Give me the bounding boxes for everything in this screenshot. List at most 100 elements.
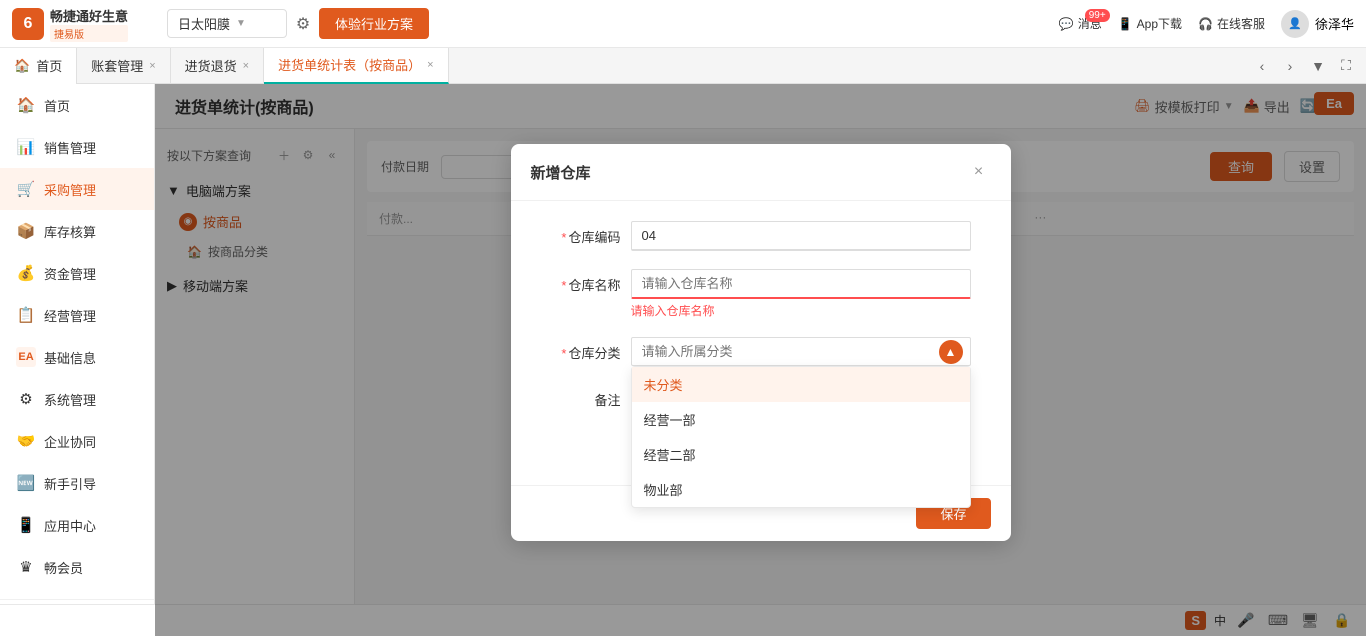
dialog-header: 新增仓库 × (511, 144, 1011, 201)
tab-home[interactable]: 🏠 首页 (0, 48, 77, 84)
sidebar-item-operation[interactable]: 📋 经营管理 (0, 294, 154, 336)
sidebar-item-apps-label: 应用中心 (44, 516, 96, 535)
tab-bar: 🏠 首页 账套管理 × 进货退货 × 进货单统计表（按商品） × ‹ › ▼ ⛶ (0, 48, 1366, 84)
app-icon: 📱 (1118, 17, 1133, 31)
name-error-message: 请输入仓库名称 (631, 302, 971, 319)
category-input[interactable] (631, 337, 971, 366)
sidebar-item-apps[interactable]: 📱 应用中心 (0, 504, 154, 546)
apps-icon: 📱 (16, 515, 36, 535)
sidebar-item-finance[interactable]: 💰 资金管理 (0, 252, 154, 294)
name-control-wrap: 请输入仓库名称 (631, 269, 971, 319)
operation-icon: 📋 (16, 305, 36, 325)
enterprise-icon: 🤝 (16, 431, 36, 451)
user-area[interactable]: 👤 徐泽华 (1281, 10, 1354, 38)
category-dropdown-toggle[interactable]: ▲ (939, 340, 963, 364)
app-download-label: App下载 (1137, 15, 1182, 32)
sidebar-item-purchase[interactable]: 🛒 采购管理 (0, 168, 154, 210)
tab-account[interactable]: 账套管理 × (77, 48, 170, 84)
sidebar-item-finance-label: 资金管理 (44, 264, 96, 283)
header-actions: 💬 消息 99+ 📱 App下载 🎧 在线客服 👤 徐泽华 (1059, 10, 1354, 38)
experience-button[interactable]: 体验行业方案 (319, 8, 429, 39)
sidebar-item-guide-label: 新手引导 (44, 474, 96, 493)
basic-icon: EA (16, 347, 36, 367)
sidebar-item-inventory-label: 库存核算 (44, 222, 96, 241)
logo-subtitle: 捷易版 (50, 25, 128, 42)
tab-purchase-return-close-icon[interactable]: × (243, 60, 249, 72)
tab-purchase-stats[interactable]: 进货单统计表（按商品） × (264, 48, 448, 84)
online-service-button[interactable]: 🎧 在线客服 (1198, 15, 1265, 32)
name-label: *仓库名称 (551, 269, 631, 294)
gear-button[interactable]: ⚙ (287, 8, 319, 40)
tab-right-btn[interactable]: › (1278, 54, 1302, 78)
logo-icon: 6 (12, 8, 44, 40)
app-download-button[interactable]: 📱 App下载 (1118, 15, 1182, 32)
main-layout: 🏠 首页 📊 销售管理 🛒 采购管理 📦 库存核算 💰 资金管理 📋 经营管理 … (0, 84, 1366, 636)
category-label: *仓库分类 (551, 337, 631, 362)
tab-purchase-return[interactable]: 进货退货 × (171, 48, 264, 84)
sidebar-item-sales-label: 销售管理 (44, 138, 96, 157)
dropdown-item-none[interactable]: 未分类 (632, 367, 970, 402)
dropdown-item-dept1[interactable]: 经营一部 (632, 402, 970, 437)
sidebar-item-system-label: 系统管理 (44, 390, 96, 409)
sidebar-item-sales[interactable]: 📊 销售管理 (0, 126, 154, 168)
sidebar-item-basic-label: 基础信息 (44, 348, 96, 367)
code-form-row: *仓库编码 (551, 221, 971, 251)
messages-badge: 99+ (1085, 9, 1110, 22)
notes-label: 备注 (551, 384, 631, 409)
tab-purchase-return-label: 进货退货 (185, 56, 237, 75)
sidebar-item-operation-label: 经营管理 (44, 306, 96, 325)
sidebar-item-inventory[interactable]: 📦 库存核算 (0, 210, 154, 252)
sidebar-item-home[interactable]: 🏠 首页 (0, 84, 154, 126)
logo-title: 畅捷通好生意 (50, 6, 128, 25)
add-warehouse-dialog: 新增仓库 × *仓库编码 (511, 144, 1011, 541)
tab-controls: ‹ › ▼ ⛶ (1250, 54, 1366, 78)
tab-account-label: 账套管理 (91, 56, 143, 75)
avatar: 👤 (1281, 10, 1309, 38)
sidebar-item-enterprise[interactable]: 🤝 企业协同 (0, 420, 154, 462)
tab-home-label: 首页 (36, 56, 62, 75)
code-control-wrap (631, 221, 971, 251)
tab-account-close-icon[interactable]: × (149, 60, 155, 72)
sidebar-item-purchase-label: 采购管理 (44, 180, 96, 199)
name-input[interactable] (631, 269, 971, 299)
tab-menu-btn[interactable]: ▼ (1306, 54, 1330, 78)
online-service-label: 在线客服 (1217, 15, 1265, 32)
dropdown-item-dept2[interactable]: 经营二部 (632, 437, 970, 472)
sidebar-item-vip[interactable]: ♛ 畅会员 (0, 546, 154, 588)
tab-fullscreen-btn[interactable]: ⛶ (1334, 54, 1358, 78)
store-name: 日太阳膜 (178, 14, 230, 33)
modal-overlay: 新增仓库 × *仓库编码 (155, 84, 1366, 636)
tab-purchase-stats-label: 进货单统计表（按商品） (278, 55, 421, 74)
home-icon: 🏠 (14, 58, 30, 74)
message-icon: 💬 (1059, 17, 1074, 31)
code-input[interactable] (631, 221, 971, 251)
category-control-wrap: ▲ 未分类 经营一部 经营二部 物业部 (631, 337, 971, 366)
sidebar: 🏠 首页 📊 销售管理 🛒 采购管理 📦 库存核算 💰 资金管理 📋 经营管理 … (0, 84, 155, 636)
logo-area: 6 畅捷通好生意 捷易版 (12, 6, 167, 42)
inventory-icon: 📦 (16, 221, 36, 241)
headset-icon: 🎧 (1198, 17, 1213, 31)
dialog-body: *仓库编码 *仓库名称 请输入仓库名称 (511, 201, 1011, 485)
store-selector[interactable]: 日太阳膜 ▼ (167, 9, 287, 38)
username: 徐泽华 (1315, 14, 1354, 33)
tab-purchase-stats-close-icon[interactable]: × (427, 59, 433, 71)
finance-icon: 💰 (16, 263, 36, 283)
sales-icon: 📊 (16, 137, 36, 157)
dialog-close-button[interactable]: × (967, 160, 991, 184)
dropdown-item-dept3[interactable]: 物业部 (632, 472, 970, 507)
home-sidebar-icon: 🏠 (16, 95, 36, 115)
sidebar-item-basic[interactable]: EA 基础信息 (0, 336, 154, 378)
messages-button[interactable]: 💬 消息 99+ (1059, 15, 1102, 32)
system-icon: ⚙ (16, 389, 36, 409)
category-form-row: *仓库分类 ▲ 未分类 经营一部 经营二部 物业部 (551, 337, 971, 366)
guide-icon: 🆕 (16, 473, 36, 493)
code-label: *仓库编码 (551, 221, 631, 246)
store-dropdown-arrow-icon: ▼ (236, 18, 246, 29)
sidebar-item-system[interactable]: ⚙ 系统管理 (0, 378, 154, 420)
sidebar-item-vip-label: 畅会员 (44, 558, 83, 577)
tab-left-btn[interactable]: ‹ (1250, 54, 1274, 78)
name-form-row: *仓库名称 请输入仓库名称 (551, 269, 971, 319)
sidebar-item-guide[interactable]: 🆕 新手引导 (0, 462, 154, 504)
vip-icon: ♛ (16, 557, 36, 577)
top-header: 6 畅捷通好生意 捷易版 日太阳膜 ▼ ⚙ 体验行业方案 💬 消息 99+ 📱 … (0, 0, 1366, 48)
